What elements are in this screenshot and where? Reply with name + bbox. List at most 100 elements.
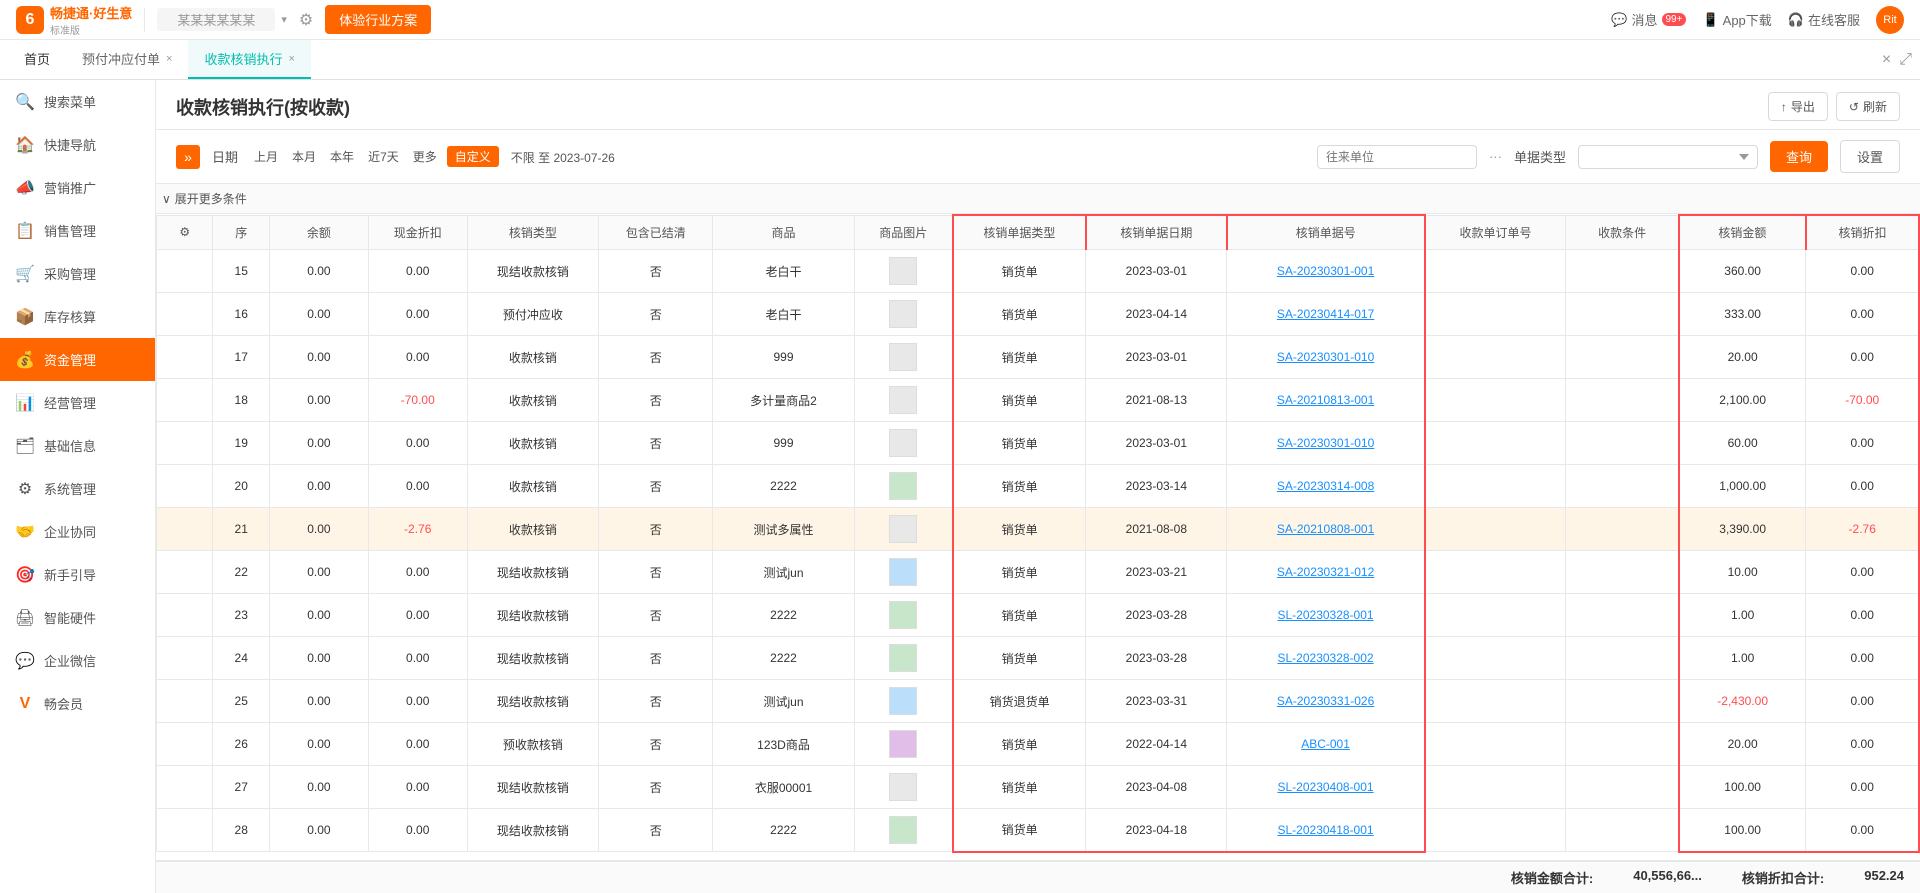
bill-type-select[interactable] [1578, 145, 1758, 169]
app-logo: 6 [16, 6, 44, 34]
cell-write-off-amount: 100.00 [1679, 766, 1806, 809]
bill-no-link[interactable]: ABC-001 [1301, 737, 1350, 751]
query-button[interactable]: 查询 [1770, 141, 1828, 172]
cell-bill-date: 2023-03-01 [1086, 250, 1227, 293]
bill-no-link[interactable]: SA-20210813-001 [1277, 393, 1374, 407]
headset-icon: 🎧 [1788, 12, 1804, 28]
cell-receipt-cond [1566, 637, 1679, 680]
sidebar-item-inventory[interactable]: 📦 库存核算 [0, 295, 155, 338]
sidebar-label-basic: 基础信息 [44, 436, 96, 455]
th-gear[interactable]: ⚙ [157, 215, 213, 250]
cell-receipt-order [1425, 551, 1566, 594]
bill-no-link[interactable]: SL-20230408-001 [1278, 780, 1374, 794]
date-option-7days[interactable]: 近7天 [364, 146, 403, 167]
table-row: 280.000.00现结收款核销否2222销货单2023-04-18SL-202… [157, 809, 1920, 852]
receipt-tab-close[interactable]: × [288, 53, 294, 65]
guide-icon: 🎯 [16, 566, 34, 584]
cell-seq: 27 [213, 766, 269, 809]
tab-maximize-icon[interactable]: ⤢ [1899, 51, 1912, 69]
filter-toggle-btn[interactable]: » [176, 145, 200, 169]
sidebar-label-guide: 新手引导 [44, 565, 96, 584]
date-option-more[interactable]: 更多 [409, 146, 441, 167]
refresh-button[interactable]: ↺ 刷新 [1836, 92, 1900, 121]
export-button[interactable]: ↑ 导出 [1768, 92, 1828, 121]
bill-no-link[interactable]: SA-20230301-010 [1277, 436, 1374, 450]
cell-gear [157, 379, 213, 422]
partner-input[interactable] [1317, 145, 1477, 169]
cell-receipt-order [1425, 809, 1566, 852]
industry-button[interactable]: 体验行业方案 [325, 5, 431, 34]
cell-seq: 23 [213, 594, 269, 637]
cell-cash-discount: 0.00 [368, 637, 467, 680]
user-avatar[interactable]: Rit [1876, 6, 1904, 34]
cell-goods-img [854, 250, 953, 293]
bill-type-label: 单据类型 [1514, 147, 1566, 166]
partner-search-icon[interactable]: ··· [1489, 149, 1502, 164]
sidebar-item-search[interactable]: 🔍 搜索菜单 [0, 80, 155, 123]
sidebar-item-basic[interactable]: 🗂 基础信息 [0, 424, 155, 467]
date-custom-btn[interactable]: 自定义 [447, 146, 499, 167]
cell-bill-report-type: 销货单 [953, 508, 1086, 551]
sidebar-label-quicknav: 快捷导航 [44, 135, 96, 154]
tab-home[interactable]: 首页 [8, 40, 66, 79]
app-download-button[interactable]: 📱 App下载 [1702, 10, 1771, 29]
cell-write-off-type: 收款核销 [467, 508, 598, 551]
cell-write-off-discount: 0.00 [1806, 594, 1919, 637]
bill-no-link[interactable]: SL-20230328-001 [1278, 608, 1374, 622]
sidebar-item-member[interactable]: V 畅会员 [0, 682, 155, 725]
cell-write-off-amount: 1.00 [1679, 594, 1806, 637]
bill-no-link[interactable]: SA-20210808-001 [1277, 522, 1374, 536]
bill-no-link[interactable]: SA-20230301-001 [1277, 264, 1374, 278]
bill-no-link[interactable]: SA-20230331-026 [1277, 694, 1374, 708]
column-settings-icon[interactable]: ⚙ [179, 225, 190, 239]
cell-seq: 21 [213, 508, 269, 551]
cell-write-off-discount: 0.00 [1806, 680, 1919, 723]
sidebar-item-hardware[interactable]: 🖨 智能硬件 [0, 596, 155, 639]
sidebar-item-corp[interactable]: 🤝 企业协同 [0, 510, 155, 553]
date-option-this-year[interactable]: 本年 [326, 146, 358, 167]
date-option-this-month[interactable]: 本月 [288, 146, 320, 167]
footer-discount-label: 核销折扣合计: [1742, 868, 1824, 887]
table-row: 150.000.00现结收款核销否老白干销货单2023-03-01SA-2023… [157, 250, 1920, 293]
sidebar-item-quicknav[interactable]: 🏠 快捷导航 [0, 123, 155, 166]
sidebar-item-system[interactable]: ⚙ 系统管理 [0, 467, 155, 510]
tab-close-all-icon[interactable]: × [1882, 51, 1891, 69]
cell-receipt-cond [1566, 508, 1679, 551]
company-selector[interactable]: 某某某某某某 ▾ [157, 8, 287, 31]
sidebar-item-operations[interactable]: 📊 经营管理 [0, 381, 155, 424]
tab-prepay[interactable]: 预付冲应付单 × [66, 40, 188, 79]
cell-seq: 24 [213, 637, 269, 680]
sidebar-item-marketing[interactable]: 📣 营销推广 [0, 166, 155, 209]
sidebar-item-wechat[interactable]: 💬 企业微信 [0, 639, 155, 682]
cell-goods-img [854, 293, 953, 336]
bill-no-link[interactable]: SA-20230321-012 [1277, 565, 1374, 579]
sidebar-item-sales[interactable]: 📋 销售管理 [0, 209, 155, 252]
bill-no-link[interactable]: SA-20230314-008 [1277, 479, 1374, 493]
bill-no-link[interactable]: SA-20230414-017 [1277, 307, 1374, 321]
cell-bill-report-type: 销货单 [953, 551, 1086, 594]
gear-icon[interactable]: ⚙ [299, 10, 313, 30]
date-option-last-month[interactable]: 上月 [250, 146, 282, 167]
th-goods-img: 商品图片 [854, 215, 953, 250]
message-button[interactable]: 💬 消息 99+ [1611, 10, 1686, 29]
setting-button[interactable]: 设置 [1840, 140, 1900, 173]
bill-no-link[interactable]: SA-20230301-010 [1277, 350, 1374, 364]
sidebar-item-guide[interactable]: 🎯 新手引导 [0, 553, 155, 596]
prepay-tab-close[interactable]: × [166, 53, 172, 65]
sidebar-item-purchase[interactable]: 🛒 采购管理 [0, 252, 155, 295]
refresh-label: 刷新 [1863, 98, 1887, 115]
cell-bill-no: SA-20230331-026 [1227, 680, 1425, 723]
sidebar-item-finance[interactable]: 💰 资金管理 [0, 338, 155, 381]
online-service-button[interactable]: 🎧 在线客服 [1788, 10, 1860, 29]
cell-receipt-cond [1566, 809, 1679, 852]
tab-receipt[interactable]: 收款核销执行 × [188, 40, 310, 79]
cell-seq: 25 [213, 680, 269, 723]
bill-no-link[interactable]: SL-20230328-002 [1278, 651, 1374, 665]
expand-conditions-btn[interactable]: ∨ 展开更多条件 [162, 190, 1914, 207]
cell-receipt-order [1425, 336, 1566, 379]
cell-cash-discount: 0.00 [368, 422, 467, 465]
page-title: 收款核销执行(按收款) [176, 94, 350, 120]
prepay-tab-label: 预付冲应付单 [82, 49, 160, 68]
bill-no-link[interactable]: SL-20230418-001 [1278, 823, 1374, 837]
expand-bar[interactable]: ∨ 展开更多条件 [156, 184, 1920, 214]
